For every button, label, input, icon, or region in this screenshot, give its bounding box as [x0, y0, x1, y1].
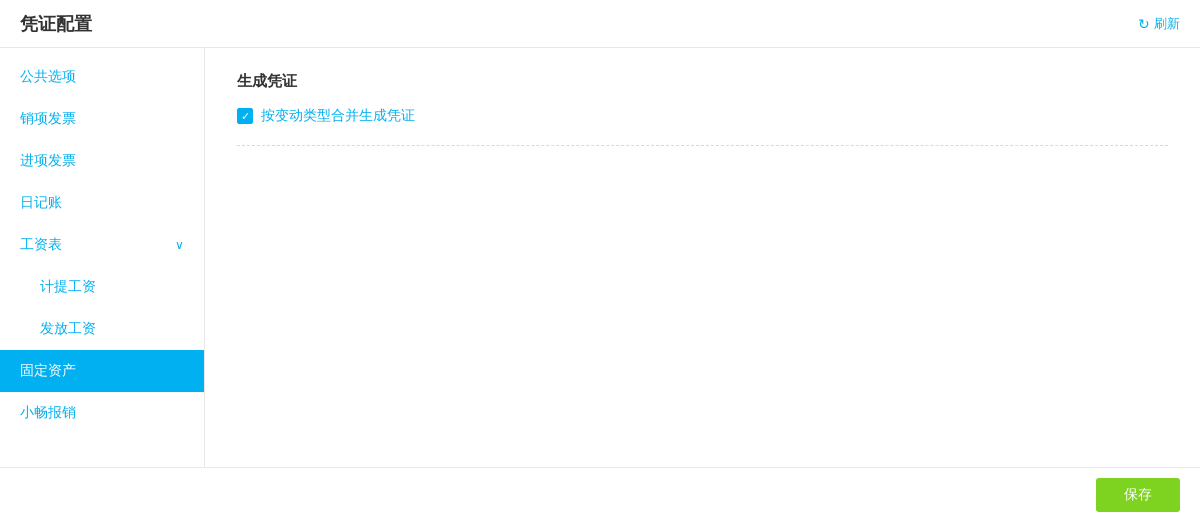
- sidebar-item-sales-invoice[interactable]: 销项发票: [0, 98, 204, 140]
- content-area: 生成凭证 ✓ 按变动类型合并生成凭证: [205, 48, 1200, 467]
- section-title: 生成凭证: [237, 72, 1168, 91]
- sidebar-item-public[interactable]: 公共选项: [0, 56, 204, 98]
- page-footer: 保存: [0, 467, 1200, 522]
- sidebar-item-journal[interactable]: 日记账: [0, 182, 204, 224]
- sidebar-label-journal: 日记账: [20, 194, 62, 212]
- sidebar-item-expense[interactable]: 小畅报销: [0, 392, 204, 434]
- sidebar-item-fixed-assets[interactable]: 固定资产: [0, 350, 204, 392]
- sidebar-label-purchase-invoice: 进项发票: [20, 152, 76, 170]
- sidebar-label-public: 公共选项: [20, 68, 76, 86]
- sidebar-label-accrual-salary: 计提工资: [40, 278, 96, 296]
- sidebar-label-payroll: 工资表: [20, 236, 62, 254]
- sidebar-item-payroll[interactable]: 工资表 ∨: [0, 224, 204, 266]
- refresh-button[interactable]: ↻ 刷新: [1138, 15, 1180, 33]
- sidebar-label-sales-invoice: 销项发票: [20, 110, 76, 128]
- sidebar: 公共选项 销项发票 进项发票 日记账 工资表 ∨ 计提工资 发放工资 固定资: [0, 48, 205, 467]
- checkmark-icon: ✓: [241, 111, 250, 122]
- refresh-icon: ↻: [1138, 16, 1150, 32]
- save-button[interactable]: 保存: [1096, 478, 1180, 512]
- page-title: 凭证配置: [20, 12, 92, 36]
- refresh-label: 刷新: [1154, 15, 1180, 33]
- checkbox-row: ✓ 按变动类型合并生成凭证: [237, 107, 1168, 125]
- sidebar-item-purchase-invoice[interactable]: 进项发票: [0, 140, 204, 182]
- checkbox-label[interactable]: 按变动类型合并生成凭证: [261, 107, 415, 125]
- section-divider: [237, 145, 1168, 146]
- main-content: 公共选项 销项发票 进项发票 日记账 工资表 ∨ 计提工资 发放工资 固定资: [0, 48, 1200, 467]
- merge-by-type-checkbox[interactable]: ✓: [237, 108, 253, 124]
- sidebar-label-fixed-assets: 固定资产: [20, 362, 76, 380]
- sidebar-item-accrual-salary[interactable]: 计提工资: [0, 266, 204, 308]
- sidebar-label-expense: 小畅报销: [20, 404, 76, 422]
- sidebar-item-distribute-salary[interactable]: 发放工资: [0, 308, 204, 350]
- page-header: 凭证配置 ↻ 刷新: [0, 0, 1200, 48]
- sidebar-label-distribute-salary: 发放工资: [40, 320, 96, 338]
- page-wrapper: 凭证配置 ↻ 刷新 公共选项 销项发票 进项发票 日记账 工资表 ∨: [0, 0, 1200, 522]
- chevron-down-icon: ∨: [175, 238, 184, 252]
